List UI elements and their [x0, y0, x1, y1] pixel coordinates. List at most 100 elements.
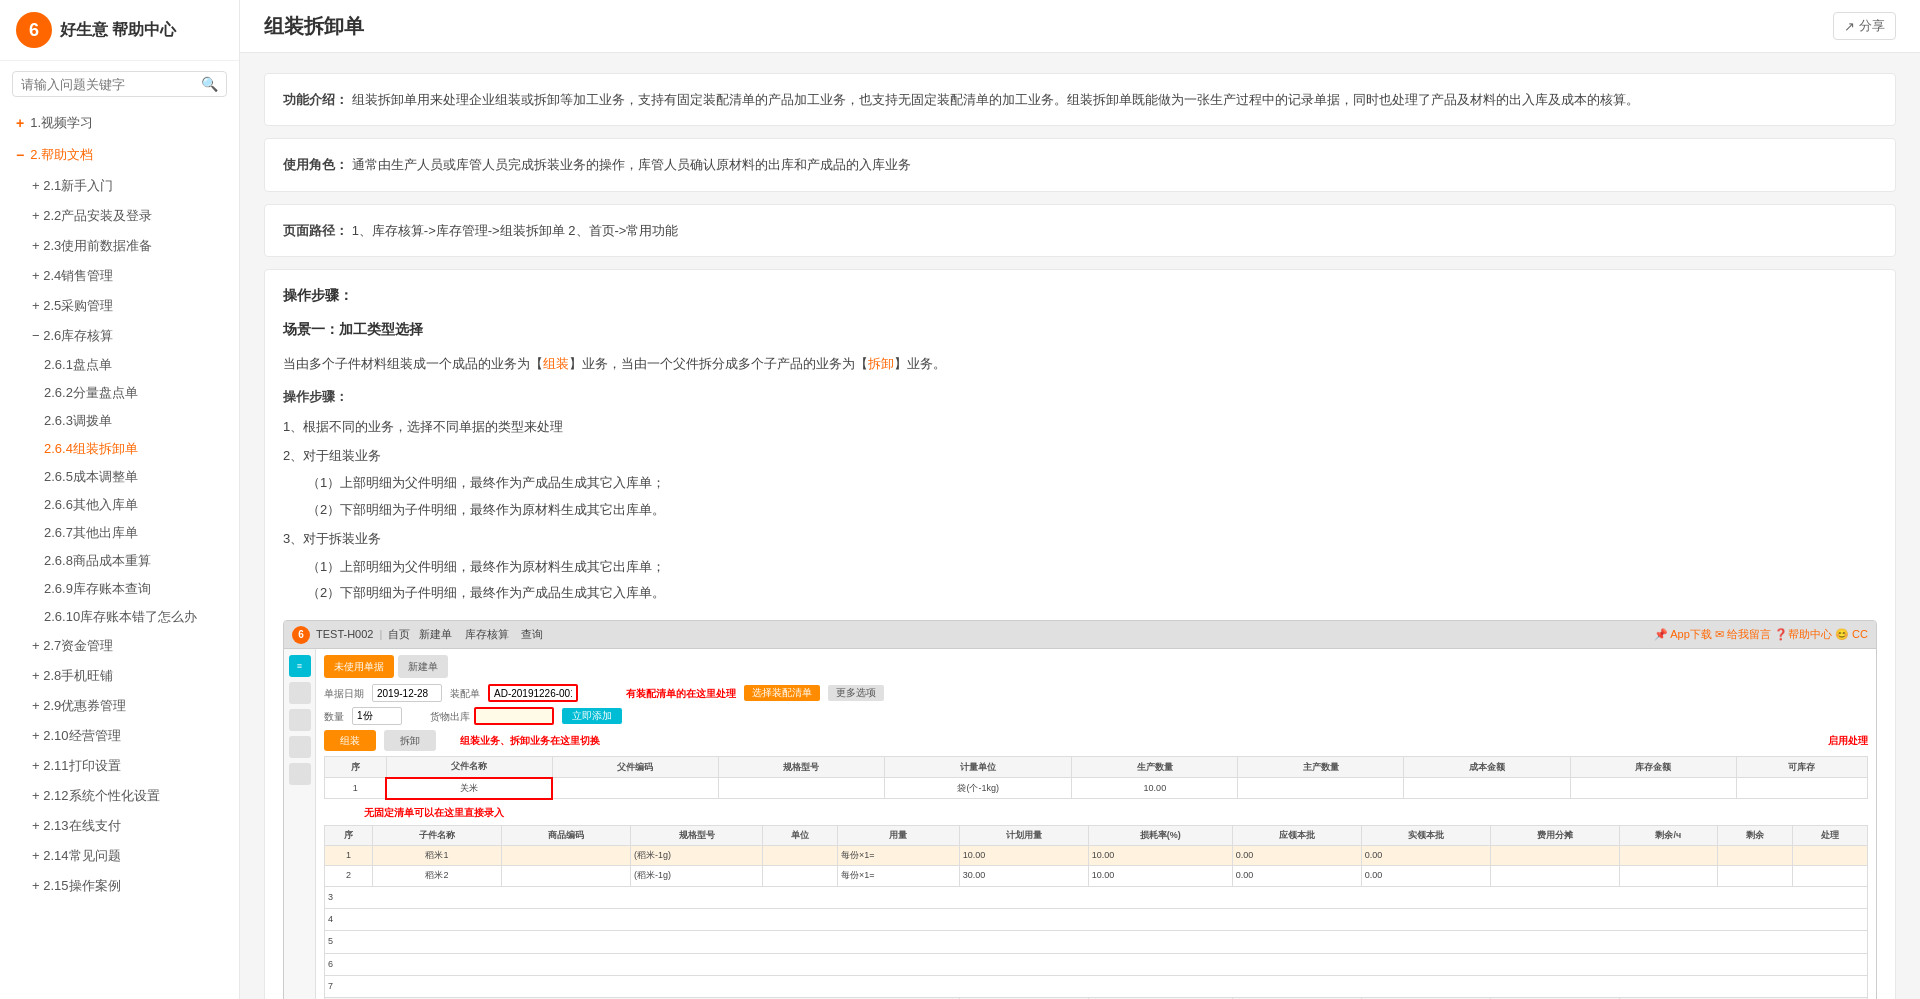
sidebar-item-inventory[interactable]: − 2.6库存核算 — [0, 321, 239, 351]
th-spec: 规格型号 — [718, 757, 884, 778]
td2-cost — [1490, 866, 1619, 886]
sidebar-item-finance[interactable]: + 2.7资金管理 — [0, 631, 239, 661]
sidebar-item-videos[interactable]: + 1.视频学习 — [0, 107, 239, 139]
sidebar-item-label: 2.帮助文档 — [30, 146, 93, 164]
td2-usage: 每份×1= — [838, 846, 960, 866]
sidebar-item-newbie[interactable]: + 2.1新手入门 — [0, 171, 239, 201]
th2-remaining1: 剩余/ч — [1619, 825, 1717, 845]
app-toggle-row: 组装 拆卸 组装业务、拆卸业务在这里切换 启用处理 — [324, 730, 1868, 751]
td2-name: 稻米2 — [373, 866, 502, 886]
app-tab-pending[interactable]: 未使用单据 — [324, 655, 394, 678]
share-icon: ↗ — [1844, 19, 1855, 34]
page-title: 组装拆卸单 — [264, 13, 364, 40]
intro-label: 功能介绍： — [283, 92, 348, 107]
th-main-prod: 主产数量 — [1238, 757, 1404, 778]
sidebar-item-mobile[interactable]: + 2.8手机旺铺 — [0, 661, 239, 691]
sidebar-item-transfer[interactable]: 2.6.3调拨单 — [0, 407, 239, 435]
td2-rem2 — [1717, 846, 1792, 866]
sidebar-item-stocktake[interactable]: 2.6.1盘点单 — [0, 351, 239, 379]
plus-icon: + — [32, 238, 40, 253]
plus-icon: + — [32, 638, 40, 653]
sidebar-item-assembly[interactable]: 2.6.4组装拆卸单 — [0, 435, 239, 463]
th-unit: 计量单位 — [884, 757, 1071, 778]
plus-icon: + — [32, 878, 40, 893]
step3-sub2: （2）下部明细为子件明细，最终作为产成品生成其它入库单。 — [299, 581, 1877, 604]
scene1-desc: 当由多个子件材料组装成一个成品的业务为【组装】业务，当由一个父件拆分成多个子产品… — [283, 352, 1877, 375]
empty-row: 6 — [325, 953, 1868, 975]
sidebar-item-sales[interactable]: + 2.4销售管理 — [0, 261, 239, 291]
sidebar-item-stock-error[interactable]: 2.6.10库存账本错了怎么办 — [0, 603, 239, 631]
th2-cost-alloc: 费用分摊 — [1490, 825, 1619, 845]
td2-loss: 10.00 — [1088, 866, 1232, 886]
app-lower-table: 序 子件名称 商品编码 规格型号 单位 用量 计划用量 损耗率(%) 应领本批 — [324, 825, 1868, 999]
app-icons: 📌 App下载 ✉ 给我留言 ❓帮助中心 😊 CC — [1654, 625, 1868, 644]
search-icon[interactable]: 🔍 — [201, 76, 218, 92]
app-btn-confirm[interactable]: 立即添加 — [562, 708, 622, 724]
sidebar-item-payment[interactable]: + 2.13在线支付 — [0, 811, 239, 841]
sidebar-item-purchase[interactable]: + 2.5采购管理 — [0, 291, 239, 321]
td2-actual-pick: 0.00 — [1361, 846, 1490, 866]
lower-table-row: 5 — [325, 931, 1868, 953]
sidebar-item-docs[interactable]: − 2.帮助文档 — [0, 139, 239, 171]
sidebar-sub-label: 2.2产品安装及登录 — [43, 208, 152, 223]
sidebar-item-partial-stocktake[interactable]: 2.6.2分量盘点单 — [0, 379, 239, 407]
plus-icon: + — [32, 298, 40, 313]
path-block: 页面路径： 1、库存核算->库存管理->组装拆卸单 2、首页->常用功能 — [264, 204, 1896, 257]
app-toggle-disassembly[interactable]: 拆卸 — [384, 730, 436, 751]
th2-unit: 单位 — [763, 825, 838, 845]
td2-spec: (稻米-1g) — [631, 846, 763, 866]
sidebar-sub-label: 2.13在线支付 — [43, 818, 120, 833]
app-qty-input[interactable] — [352, 707, 402, 725]
app-form-area: 未使用单据 新建单 单据日期 装配单 有装配清单的在这里处理 选择装配清单 更多… — [316, 649, 1876, 999]
sidebar-item-cost-recalc[interactable]: 2.6.8商品成本重算 — [0, 547, 239, 575]
sidebar-sub-label: 2.15操作案例 — [43, 878, 120, 893]
step2-sub1: （1）上部明细为父件明细，最终作为产成品生成其它入库单； — [299, 471, 1877, 494]
app-nav-text: 自页 新建单 库存核算 查询 — [388, 625, 543, 644]
app-select-input[interactable] — [474, 707, 554, 725]
td2-cost — [1490, 846, 1619, 866]
plus-icon: + — [32, 208, 40, 223]
search-input[interactable] — [21, 77, 201, 92]
sidebar-sub-sub-label: 2.6.5成本调整单 — [44, 469, 138, 484]
app-topbar-id: TEST-H002 — [316, 625, 373, 644]
app-sidebar-icon2 — [289, 682, 311, 704]
td-parent-code — [552, 778, 718, 799]
th-cost-amt: 成本金额 — [1404, 757, 1570, 778]
steps-title: 操作步骤： — [283, 284, 1877, 308]
sidebar-item-operation[interactable]: + 2.10经营管理 — [0, 721, 239, 751]
plus-icon: + — [16, 115, 24, 131]
sidebar-item-customize[interactable]: + 2.12系统个性化设置 — [0, 781, 239, 811]
sidebar-item-other-out[interactable]: 2.6.7其他出库单 — [0, 519, 239, 547]
plus-icon: + — [32, 818, 40, 833]
main-panel: 组装拆卸单 ↗ 分享 功能介绍： 组装拆卸单用来处理企业组装或拆卸等加工业务，支… — [240, 0, 1920, 999]
td2-rem1 — [1619, 846, 1717, 866]
sidebar-item-cost-adjust[interactable]: 2.6.5成本调整单 — [0, 463, 239, 491]
search-box[interactable]: 🔍 — [12, 71, 227, 97]
app-assembly-input[interactable] — [488, 684, 578, 702]
sidebar-item-install[interactable]: + 2.2产品安装及登录 — [0, 201, 239, 231]
app-date-input[interactable] — [372, 684, 442, 702]
topbar: 组装拆卸单 ↗ 分享 — [240, 0, 1920, 53]
sidebar-item-data-prep[interactable]: + 2.3使用前数据准备 — [0, 231, 239, 261]
path-text: 1、库存核算->库存管理->组装拆卸单 2、首页->常用功能 — [352, 223, 679, 238]
sidebar-item-faq[interactable]: + 2.14常见问题 — [0, 841, 239, 871]
app-form-row2: 数量 货物出库 立即添加 — [324, 707, 1868, 725]
sidebar-sub-label: 2.10经营管理 — [43, 728, 120, 743]
app-date-label: 单据日期 — [324, 685, 364, 702]
td2-unit — [763, 846, 838, 866]
app-btn-more[interactable]: 更多选项 — [828, 685, 884, 701]
sidebar-item-stock-query[interactable]: 2.6.9库存账本查询 — [0, 575, 239, 603]
plus-icon: + — [32, 268, 40, 283]
sidebar-item-other-in[interactable]: 2.6.6其他入库单 — [0, 491, 239, 519]
sidebar-sub-sub-label: 2.6.7其他出库单 — [44, 525, 138, 540]
sidebar-item-print[interactable]: + 2.11打印设置 — [0, 751, 239, 781]
app-tab-new[interactable]: 新建单 — [398, 655, 448, 678]
app-toggle-assembly[interactable]: 组装 — [324, 730, 376, 751]
share-button[interactable]: ↗ 分享 — [1833, 12, 1896, 40]
sidebar-sub-sub-label: 2.6.8商品成本重算 — [44, 553, 151, 568]
sidebar-sub-label: 2.9优惠券管理 — [43, 698, 126, 713]
app-btn-select-assembly[interactable]: 选择装配清单 — [744, 685, 820, 701]
th-prod-qty: 生产数量 — [1072, 757, 1238, 778]
sidebar-item-coupon[interactable]: + 2.9优惠券管理 — [0, 691, 239, 721]
sidebar-item-cases[interactable]: + 2.15操作案例 — [0, 871, 239, 901]
